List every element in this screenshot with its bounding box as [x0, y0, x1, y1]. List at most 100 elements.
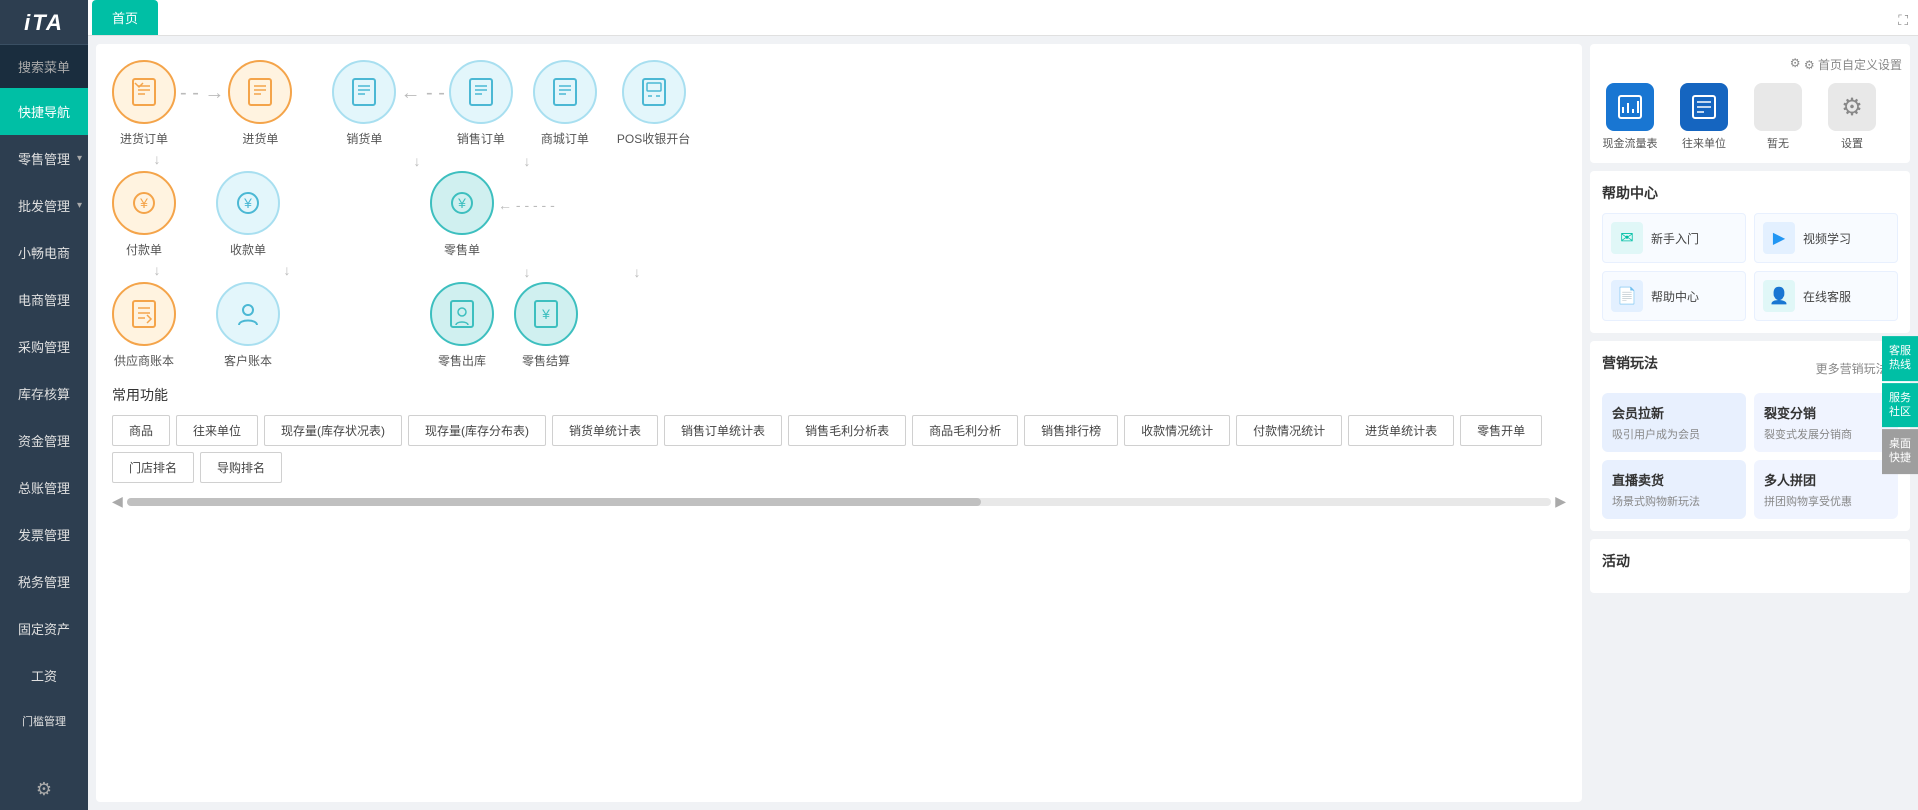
node-retail-warehouse[interactable]: 零售出库: [430, 282, 494, 369]
sales-bill-label: 销货单: [346, 130, 382, 147]
func-btn-goods-profit[interactable]: 商品毛利分析: [912, 415, 1018, 446]
pos-icon[interactable]: [622, 60, 686, 124]
func-btn-goods[interactable]: 商品: [112, 415, 170, 446]
float-btn-community[interactable]: 服务 社区: [1882, 383, 1918, 428]
node-retail-bill[interactable]: ¥ 零售单: [430, 171, 494, 258]
tab-home[interactable]: 首页: [92, 0, 158, 35]
node-purchase-order[interactable]: 进货订单: [112, 60, 176, 147]
retail-warehouse-label: 零售出库: [438, 352, 486, 369]
help-doc-label: 帮助中心: [1651, 288, 1699, 305]
retail-checkout-icon[interactable]: ¥: [514, 282, 578, 346]
receipt-icon[interactable]: ¥: [216, 171, 280, 235]
sidebar-item-fixed-assets[interactable]: 固定资产: [0, 605, 88, 652]
node-customer-account[interactable]: 客户账本: [216, 282, 280, 369]
func-btn-store-rank[interactable]: 门店排名: [112, 452, 194, 483]
node-sales-bill[interactable]: 销货单: [332, 60, 396, 147]
node-mall-order[interactable]: 商城订单: [533, 60, 597, 147]
content-area: 进货订单 - - → 进货单: [88, 36, 1918, 810]
payment-label: 付款单: [126, 241, 162, 258]
func-btn-sales-profit[interactable]: 销售毛利分析表: [788, 415, 906, 446]
func-btn-receipt-stat[interactable]: 收款情况统计: [1124, 415, 1230, 446]
marketing-item-member[interactable]: 会员拉新 吸引用户成为会员: [1602, 393, 1746, 452]
sidebar-item-ecommerce[interactable]: 电商管理: [0, 276, 88, 323]
scroll-track[interactable]: [127, 498, 1551, 506]
purchase-order-icon[interactable]: [112, 60, 176, 124]
scroll-right[interactable]: ▶: [1555, 493, 1566, 510]
node-receipt[interactable]: ¥ 收款单: [216, 171, 280, 258]
gear-icon[interactable]: ⚙: [36, 779, 52, 799]
svg-text:¥: ¥: [457, 195, 466, 211]
float-btn-hotline[interactable]: 客服 热线: [1882, 336, 1918, 381]
help-grid: ✉ 新手入门 ▶ 视频学习 📄 帮助中心 👤 在线客服: [1602, 213, 1898, 321]
func-btn-inventory-dist[interactable]: 现存量(库存分布表): [408, 415, 546, 446]
sidebar-search[interactable]: 搜索菜单: [0, 45, 88, 88]
node-payment[interactable]: ¥ 付款单: [112, 171, 176, 258]
customer-account-label: 客户账本: [224, 352, 272, 369]
quick-icon-empty[interactable]: 暂无: [1746, 83, 1810, 151]
func-btn-guide-rank[interactable]: 导购排名: [200, 452, 282, 483]
sidebar-item-general-ledger[interactable]: 总账管理: [0, 464, 88, 511]
empty-icon: [1754, 83, 1802, 131]
settings-label: ⚙ 首页自定义设置: [1804, 56, 1902, 73]
sidebar-item-invoice[interactable]: 发票管理: [0, 511, 88, 558]
func-btn-partners[interactable]: 往来单位: [176, 415, 258, 446]
tab-bar: 首页 ⛶: [88, 0, 1918, 36]
node-pos[interactable]: POS收银开台: [617, 60, 690, 147]
quick-icon-partners[interactable]: 往来单位: [1672, 83, 1736, 151]
sidebar-item-other[interactable]: 门槛管理: [0, 699, 88, 743]
func-btn-purchase-stat[interactable]: 进货单统计表: [1348, 415, 1454, 446]
func-btn-sales-order-stat[interactable]: 销售订单统计表: [664, 415, 782, 446]
func-btn-sales-stat[interactable]: 销货单统计表: [552, 415, 658, 446]
help-item-online[interactable]: 👤 在线客服: [1754, 271, 1898, 321]
scroll-thumb: [127, 498, 982, 506]
quick-icon-settings[interactable]: ⚙ 设置: [1820, 83, 1884, 151]
sidebar-item-inventory[interactable]: 库存核算: [0, 370, 88, 417]
marketing-header: 营销玩法 更多营销玩法 >: [1602, 353, 1898, 383]
func-btn-retail-order[interactable]: 零售开单: [1460, 415, 1542, 446]
customer-account-icon[interactable]: [216, 282, 280, 346]
payment-icon[interactable]: ¥: [112, 171, 176, 235]
marketing-item-viral[interactable]: 裂变分销 裂变式发展分销商: [1754, 393, 1898, 452]
retail-warehouse-icon[interactable]: [430, 282, 494, 346]
func-btn-inventory-status[interactable]: 现存量(库存状况表): [264, 415, 402, 446]
help-item-beginner[interactable]: ✉ 新手入门: [1602, 213, 1746, 263]
main-area: 首页 ⛶ 进货订单 - - →: [88, 0, 1918, 810]
activity-section: 活动: [1590, 539, 1910, 593]
sales-order-icon[interactable]: [449, 60, 513, 124]
node-purchase-bill[interactable]: 进货单: [228, 60, 292, 147]
node-sales-order[interactable]: 销售订单: [449, 60, 513, 147]
help-item-help[interactable]: 📄 帮助中心: [1602, 271, 1746, 321]
mall-order-icon[interactable]: [533, 60, 597, 124]
fullscreen-button[interactable]: ⛶: [1888, 6, 1918, 35]
retail-bill-icon[interactable]: ¥: [430, 171, 494, 235]
sidebar-item-tax[interactable]: 税务管理: [0, 558, 88, 605]
sidebar-item-ecommerce-small[interactable]: 小畅电商: [0, 229, 88, 276]
sidebar-item-quick-nav[interactable]: 快捷导航: [0, 88, 88, 135]
supplier-account-icon[interactable]: [112, 282, 176, 346]
func-btn-payment-stat[interactable]: 付款情况统计: [1236, 415, 1342, 446]
marketing-section: 营销玩法 更多营销玩法 > 会员拉新 吸引用户成为会员 裂变分销 裂变式发展分销…: [1590, 341, 1910, 531]
marketing-item-live[interactable]: 直播卖货 场景式购物新玩法: [1602, 460, 1746, 519]
settings-icon: ⚙: [1790, 56, 1801, 73]
quick-nav-panel: 进货订单 - - → 进货单: [96, 44, 1582, 802]
node-supplier-account[interactable]: 供应商账本: [112, 282, 176, 369]
sidebar-item-wholesale[interactable]: 批发管理 ▾: [0, 182, 88, 229]
live-title: 直播卖货: [1612, 470, 1736, 489]
float-btn-desktop[interactable]: 桌面 快捷: [1882, 429, 1918, 474]
sales-bill-icon[interactable]: [332, 60, 396, 124]
sidebar-item-salary[interactable]: 工资: [0, 652, 88, 699]
sidebar-item-funds[interactable]: 资金管理: [0, 417, 88, 464]
marketing-item-group[interactable]: 多人拼团 拼团购物享受优惠: [1754, 460, 1898, 519]
purchase-bill-icon[interactable]: [228, 60, 292, 124]
help-item-video[interactable]: ▶ 视频学习: [1754, 213, 1898, 263]
node-retail-checkout[interactable]: ¥ 零售结算: [514, 282, 578, 369]
common-functions: 常用功能 商品 往来单位 现存量(库存状况表) 现存量(库存分布表) 销货单统计…: [112, 385, 1566, 510]
settings-link[interactable]: ⚙ ⚙ 首页自定义设置: [1598, 56, 1902, 73]
quick-icons-bar: ⚙ ⚙ 首页自定义设置 现金流量表 往来单位: [1590, 44, 1910, 163]
scroll-left[interactable]: ◀: [112, 493, 123, 510]
sidebar-item-purchase[interactable]: 采购管理: [0, 323, 88, 370]
purchase-order-label: 进货订单: [120, 130, 168, 147]
quick-icon-cashflow[interactable]: 现金流量表: [1598, 83, 1662, 151]
sidebar-item-retail[interactable]: 零售管理 ▾: [0, 135, 88, 182]
func-btn-sales-rank[interactable]: 销售排行榜: [1024, 415, 1118, 446]
